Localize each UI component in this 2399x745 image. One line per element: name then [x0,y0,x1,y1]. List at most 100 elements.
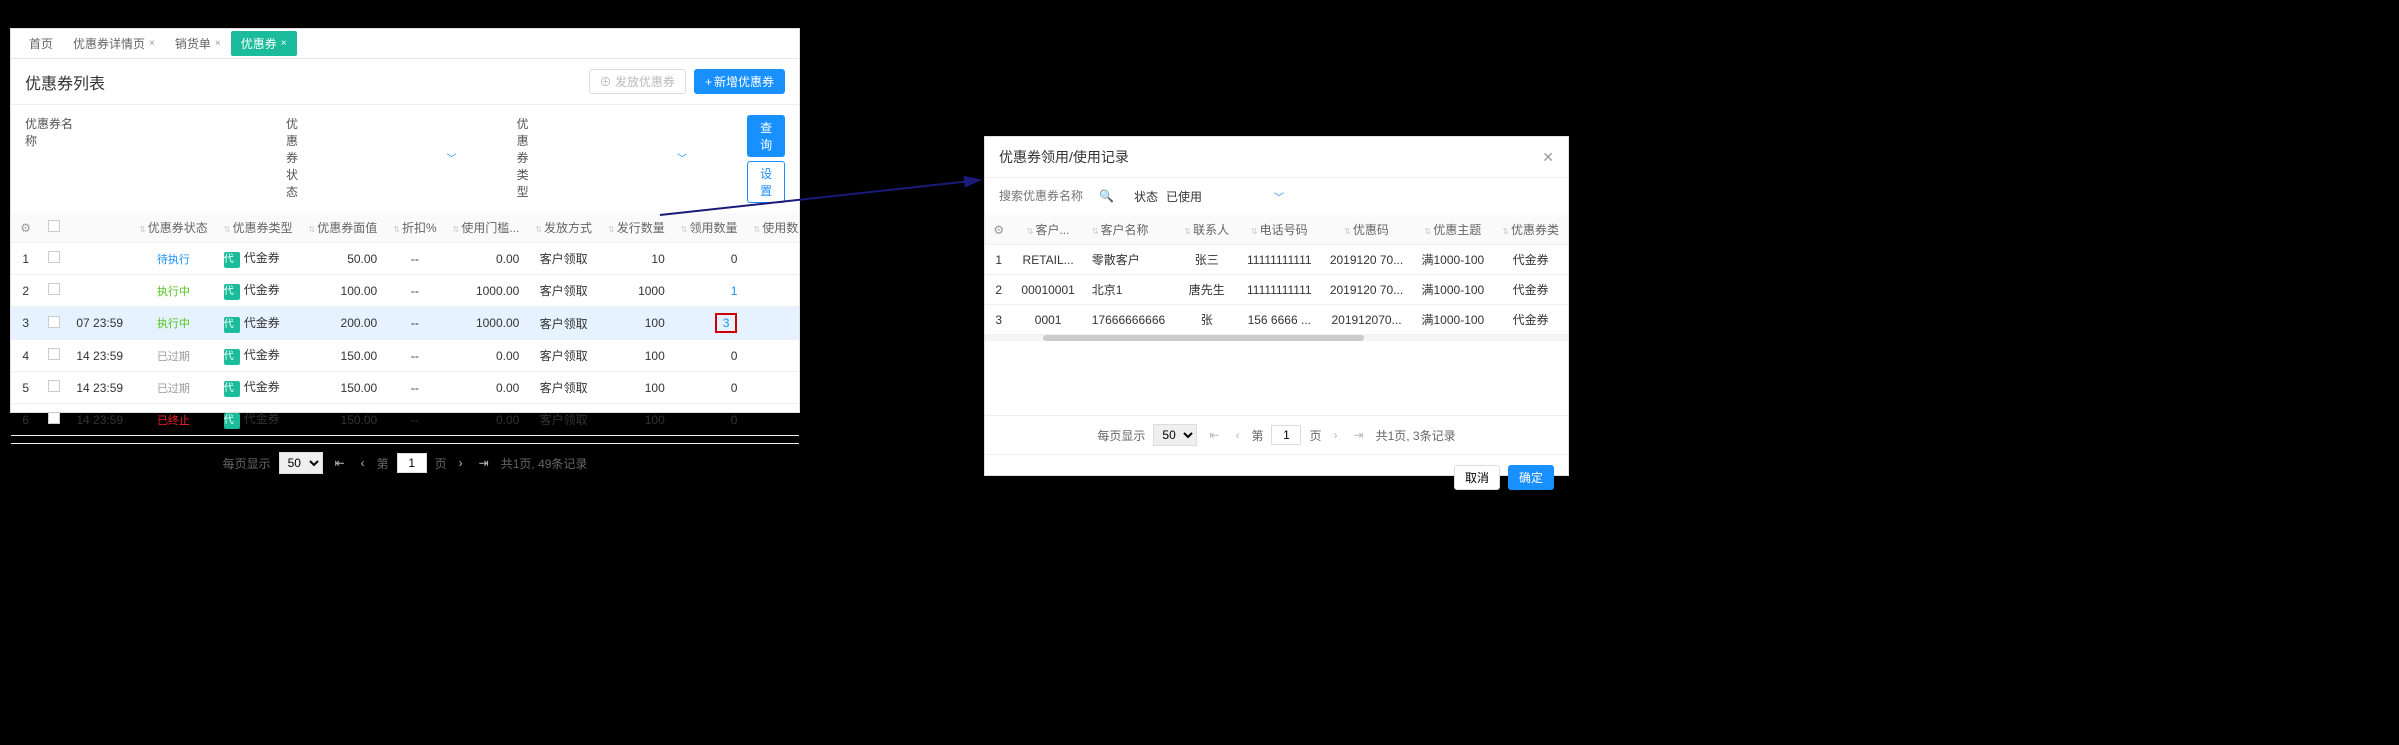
claimed-link[interactable]: 3 [715,313,738,333]
checkbox[interactable] [48,283,60,295]
cell-checkbox[interactable] [40,307,68,340]
checkbox[interactable] [48,251,60,263]
table-row[interactable]: 4 14 23:59 已过期 代代金券 150.00 -- 0.00 客户领取 … [11,340,799,372]
col-claimed[interactable]: ⇅领用数量 [673,213,746,243]
search-input[interactable] [999,189,1099,203]
col-issue-qty[interactable]: ⇅发行数量 [600,213,673,243]
col-status[interactable]: ⇅优惠券状态 [131,213,216,243]
col-checkbox[interactable] [40,213,68,243]
status-select[interactable]: ﹀ [317,150,457,165]
close-icon[interactable]: × [281,38,287,49]
table-row[interactable]: 1 待执行 代代金券 50.00 -- 0.00 客户领取 10 0 0 ↗⊞ [11,243,799,275]
ok-button[interactable]: 确定 [1508,465,1554,490]
cell-checkbox[interactable] [40,243,68,275]
page-suffix: 页 [435,455,447,472]
page-input[interactable] [1271,425,1301,445]
cell-checkbox[interactable] [40,340,68,372]
last-page-button[interactable]: ⇥ [475,456,493,470]
cell-claimed: 0 [673,404,746,436]
table-row[interactable]: 1 RETAIL... 零散客户 张三 11111111111 2019120 … [985,245,1568,275]
page-size-select[interactable]: 50 [279,452,323,474]
next-page-button[interactable]: › [455,456,467,470]
last-page-button[interactable]: ⇥ [1350,428,1368,442]
table-row[interactable]: 3 07 23:59 执行中 代代金券 200.00 -- 1000.00 客户… [11,307,799,340]
cell-issue-qty: 100 [600,340,673,372]
table-row[interactable]: 6 14 23:59 已终止 代代金券 150.00 -- 0.00 客户领取 … [11,404,799,436]
col-face[interactable]: ⇅优惠券面值 [301,213,386,243]
page-size-select[interactable]: 50 [1153,424,1197,446]
filter-status[interactable]: 优惠券状态 ﹀ [286,115,457,200]
query-button[interactable]: 查询 [747,115,785,157]
cell-index: 6 [11,404,40,436]
col-type[interactable]: ⇅优惠券类型 [216,213,301,243]
cell-time: 14 23:59 [68,436,131,444]
col-customer-code[interactable]: ⇅客户... [1012,215,1083,245]
checkbox[interactable] [48,348,60,360]
cell-checkbox[interactable] [40,275,68,307]
sort-icon: ⇅ [224,225,231,234]
cell-index: 3 [11,307,40,340]
coupon-table-wrap[interactable]: ⚙ ⇅优惠券状态 ⇅优惠券类型 ⇅优惠券面值 ⇅折扣% ⇅使用门槛... ⇅发放… [11,213,799,443]
table-row[interactable]: 5 14 23:59 已过期 代代金券 150.00 -- 0.00 客户领取 … [11,372,799,404]
table-row[interactable]: 2 执行中 代代金券 100.00 -- 1000.00 客户领取 1000 1… [11,275,799,307]
tab-home[interactable]: 首页 [19,31,63,56]
records-table-wrap[interactable]: ⚙ ⇅客户... ⇅客户名称 ⇅联系人 ⇅电话号码 ⇅优惠码 ⇅优惠主题 ⇅优惠… [985,215,1568,415]
voucher-icon: 代 [224,381,240,397]
tab-coupon-detail[interactable]: 优惠券详情页× [63,31,165,56]
checkbox[interactable] [48,220,60,232]
checkbox[interactable] [48,316,60,328]
table-row[interactable]: 3 0001 17666666666 张 156 6666 ... 201912… [985,305,1568,335]
status-label: 状态 [1134,188,1158,205]
col-gear[interactable]: ⚙ [985,215,1012,245]
cell-face: 150.00 [301,372,386,404]
status-filter[interactable]: 状态 已使用 ﹀ [1134,188,1284,205]
claimed-link[interactable]: 1 [731,284,738,298]
col-gear[interactable]: ⚙ [11,213,40,243]
next-page-button[interactable]: › [1330,428,1342,442]
checkbox[interactable] [48,380,60,392]
col-issue-mode[interactable]: ⇅发放方式 [527,213,600,243]
horizontal-scrollbar[interactable] [985,335,1568,341]
cell-index: 3 [985,305,1012,335]
col-discount[interactable]: ⇅折扣% [385,213,444,243]
cell-face: 100.00 [301,275,386,307]
cancel-button[interactable]: 取消 [1454,465,1500,490]
first-page-button[interactable]: ⇤ [1205,428,1223,442]
cell-checkbox[interactable] [40,372,68,404]
prev-page-button[interactable]: ‹ [357,456,369,470]
col-contact[interactable]: ⇅联系人 [1176,215,1238,245]
sort-icon: ⇅ [608,225,615,234]
sort-icon: ⇅ [753,225,760,234]
cell-type: 代代金券 [216,275,301,307]
col-customer-name[interactable]: ⇅客户名称 [1084,215,1176,245]
checkbox[interactable] [48,412,60,424]
cell-checkbox[interactable] [40,436,68,444]
col-subject[interactable]: ⇅优惠主题 [1412,215,1493,245]
type-select[interactable]: ﹀ [547,150,687,165]
col-coupon-code[interactable]: ⇅优惠码 [1321,215,1413,245]
col-label: 优惠码 [1353,223,1389,237]
search-icon[interactable]: 🔍 [1099,189,1114,203]
table-row[interactable]: 7 14 23:59 待发布 代代金券 150.00 -- 0.00 客户领取 … [11,436,799,444]
cell-index: 1 [985,245,1012,275]
prev-page-button[interactable]: ‹ [1231,428,1243,442]
col-coupon-type[interactable]: ⇅优惠券类 [1493,215,1568,245]
tab-sales-order[interactable]: 销货单× [165,31,231,56]
tab-coupon[interactable]: 优惠券× [231,31,297,56]
coupon-name-input[interactable] [82,122,226,142]
settings-button[interactable]: 设置 [747,161,785,203]
close-icon[interactable]: × [215,38,221,49]
col-threshold[interactable]: ⇅使用门槛... [445,213,528,243]
cell-checkbox[interactable] [40,404,68,436]
add-coupon-button[interactable]: 新增优惠券 [694,69,785,94]
close-icon[interactable]: ✕ [1542,149,1554,166]
filter-type[interactable]: 优惠券类型 ﹀ [517,115,688,200]
page-input[interactable] [397,453,427,473]
first-page-button[interactable]: ⇤ [331,456,349,470]
close-icon[interactable]: × [149,38,155,49]
col-phone[interactable]: ⇅电话号码 [1238,215,1321,245]
col-used[interactable]: ⇅使用数量 [745,213,799,243]
cell-discount: -- [385,275,444,307]
cell-coupon-code: 2019120 70... [1321,275,1413,305]
table-row[interactable]: 2 00010001 北京1 唐先生 11111111111 2019120 7… [985,275,1568,305]
